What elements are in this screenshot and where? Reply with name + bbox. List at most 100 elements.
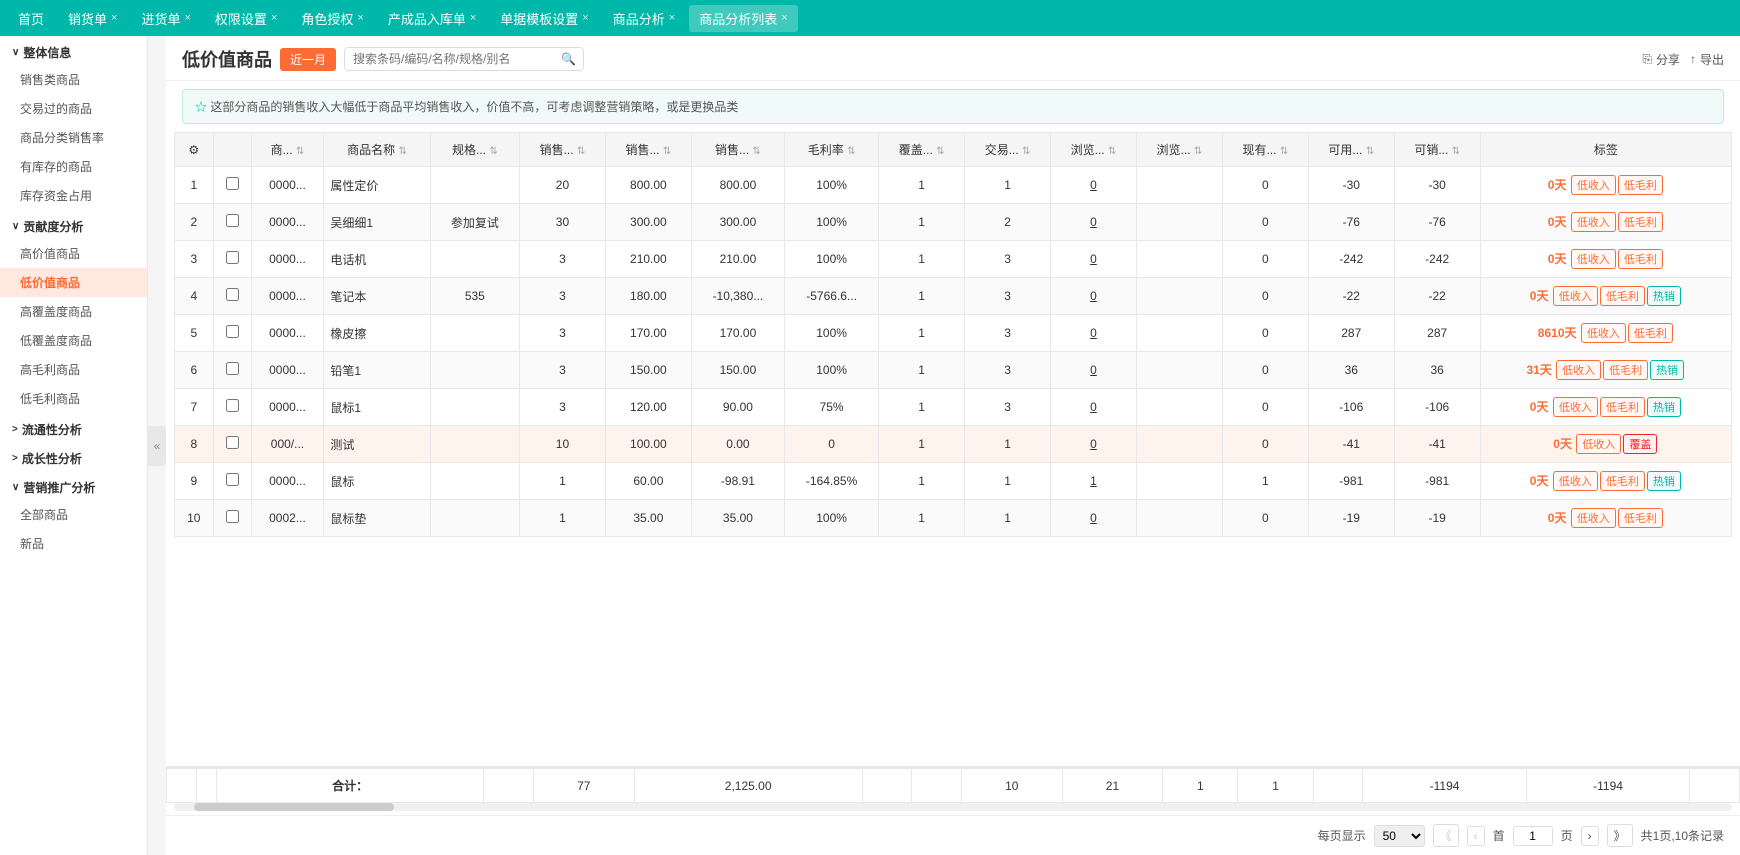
first-page-btn[interactable]: 《 (1433, 824, 1459, 847)
sidebar-item-全部商品[interactable]: 全部商品 (0, 500, 147, 529)
col-header-4[interactable]: 规格... ⇅ (430, 133, 519, 167)
col-header-12[interactable]: 浏览... ⇅ (1136, 133, 1222, 167)
share-btn[interactable]: ⎘ 分享 (1642, 51, 1680, 68)
row-checkbox[interactable] (226, 436, 239, 449)
nav-item-销货单[interactable]: 销货单× (58, 5, 127, 32)
table-row[interactable]: 90000...鼠标160.00-98.91-164.85%1111-981-9… (175, 463, 1732, 500)
table-row[interactable]: 10000...属性定价20800.00800.00100%1100-30-30… (175, 167, 1732, 204)
table-cell: 1 (965, 167, 1051, 204)
sidebar-group-整体信息[interactable]: ∨整体信息 (0, 36, 147, 65)
col-header-9[interactable]: 覆盖... ⇅ (879, 133, 965, 167)
table-row[interactable]: 50000...橡皮擦3170.00170.00100%130028728786… (175, 315, 1732, 352)
nav-item-进货单[interactable]: 进货单× (131, 5, 200, 32)
nav-item-商品分析列表[interactable]: 商品分析列表× (689, 5, 797, 32)
filter-period-btn[interactable]: 近一月 (280, 48, 336, 71)
browse1-link[interactable]: 0 (1090, 400, 1097, 414)
page-label: 页 (1561, 827, 1573, 844)
browse1-link[interactable]: 0 (1090, 363, 1097, 377)
row-checkbox[interactable] (226, 399, 239, 412)
nav-item-角色授权[interactable]: 角色授权× (291, 5, 373, 32)
row-checkbox[interactable] (226, 177, 239, 190)
col-header-2[interactable]: 商... ⇅ (251, 133, 324, 167)
table-row[interactable]: 70000...鼠标13120.0090.0075%1300-106-1060天… (175, 389, 1732, 426)
col-header-14[interactable]: 可用... ⇅ (1308, 133, 1394, 167)
browse1-link[interactable]: 0 (1090, 326, 1097, 340)
sidebar-item-高价值商品[interactable]: 高价值商品 (0, 239, 147, 268)
col-header-10[interactable]: 交易... ⇅ (965, 133, 1051, 167)
table-cell (430, 315, 519, 352)
browse1-link[interactable]: 0 (1090, 511, 1097, 525)
sidebar-item-高覆盖度商品[interactable]: 高覆盖度商品 (0, 297, 147, 326)
nav-close-icon[interactable]: × (357, 12, 363, 24)
col-header-6[interactable]: 销售... ⇅ (605, 133, 691, 167)
sidebar-collapse-btn[interactable]: « (148, 426, 166, 466)
nav-item-单据模板设置[interactable]: 单据模板设置× (490, 5, 598, 32)
nav-close-icon[interactable]: × (111, 12, 117, 24)
table-row[interactable]: 30000...电话机3210.00210.00100%1300-242-242… (175, 241, 1732, 278)
nav-close-icon[interactable]: × (669, 12, 675, 24)
sidebar-group-贡献度分析[interactable]: ∨贡献度分析 (0, 210, 147, 239)
col-header-11[interactable]: 浏览... ⇅ (1051, 133, 1137, 167)
col-header-8[interactable]: 毛利率 ⇅ (785, 133, 879, 167)
row-checkbox[interactable] (226, 214, 239, 227)
row-checkbox[interactable] (226, 473, 239, 486)
col-header-3[interactable]: 商品名称 ⇅ (324, 133, 430, 167)
col-header-13[interactable]: 现有... ⇅ (1222, 133, 1308, 167)
browse1-link[interactable]: 1 (1090, 474, 1097, 488)
sidebar-item-低覆盖度商品[interactable]: 低覆盖度商品 (0, 326, 147, 355)
table-row[interactable]: 100002...鼠标垫135.0035.00100%1100-19-190天 … (175, 500, 1732, 537)
row-checkbox[interactable] (226, 251, 239, 264)
col-header-7[interactable]: 销售... ⇅ (691, 133, 784, 167)
row-checkbox[interactable] (226, 510, 239, 523)
export-btn[interactable]: ↑ 导出 (1690, 51, 1724, 68)
browse1-link[interactable]: 0 (1090, 437, 1097, 451)
search-input[interactable] (344, 47, 584, 71)
nav-item-首页[interactable]: 首页 (8, 5, 54, 32)
horizontal-scrollbar[interactable] (174, 803, 1732, 811)
nav-close-icon[interactable]: × (470, 12, 476, 24)
current-page-input[interactable] (1513, 826, 1553, 846)
next-page-btn[interactable]: › (1581, 826, 1599, 846)
sidebar-item-低毛利商品[interactable]: 低毛利商品 (0, 384, 147, 413)
sidebar-item-低价值商品[interactable]: 低价值商品 (0, 268, 147, 297)
sidebar-item-交易过的商品[interactable]: 交易过的商品 (0, 94, 147, 123)
page-size-select[interactable]: 50 100 200 (1374, 825, 1425, 847)
nav-item-商品分析[interactable]: 商品分析× (603, 5, 685, 32)
table-row[interactable]: 20000...吴细细1参加复试30300.00300.00100%1200-7… (175, 204, 1732, 241)
table-cell: 1 (965, 426, 1051, 463)
row-checkbox[interactable] (226, 362, 239, 375)
table-row[interactable]: 40000...笔记本5353180.00-10,380...-5766.6..… (175, 278, 1732, 315)
sidebar-group-营销推广分析[interactable]: ∨营销推广分析 (0, 471, 147, 500)
nav-close-icon[interactable]: × (781, 12, 787, 24)
sidebar-item-有库存的商品[interactable]: 有库存的商品 (0, 152, 147, 181)
browse1-link[interactable]: 0 (1090, 178, 1097, 192)
sidebar-item-新品[interactable]: 新品 (0, 529, 147, 558)
col-header-5[interactable]: 销售... ⇅ (519, 133, 605, 167)
sidebar-group-流通性分析[interactable]: >流通性分析 (0, 413, 147, 442)
browse1-link[interactable]: 0 (1090, 252, 1097, 266)
nav-close-icon[interactable]: × (582, 12, 588, 24)
table-cell: 1 (519, 500, 605, 537)
nav-item-权限设置[interactable]: 权限设置× (205, 5, 287, 32)
table-row[interactable]: 60000...铅笔13150.00150.00100%1300363631天 … (175, 352, 1732, 389)
table-row[interactable]: 8000/...测试10100.000.0001100-41-410天 低收入覆… (175, 426, 1732, 463)
sidebar-item-高毛利商品[interactable]: 高毛利商品 (0, 355, 147, 384)
table-container[interactable]: ⚙商... ⇅商品名称 ⇅规格... ⇅销售... ⇅销售... ⇅销售... … (166, 132, 1740, 766)
nav-close-icon[interactable]: × (271, 12, 277, 24)
row-checkbox[interactable] (226, 325, 239, 338)
prev-page-btn[interactable]: ‹ (1467, 826, 1485, 846)
sidebar-item-销售类商品[interactable]: 销售类商品 (0, 65, 147, 94)
row-checkbox[interactable] (226, 288, 239, 301)
browse1-link[interactable]: 0 (1090, 289, 1097, 303)
nav-close-icon[interactable]: × (184, 12, 190, 24)
table-cell: 9 (175, 463, 214, 500)
table-cell: 3 (965, 278, 1051, 315)
last-page-btn[interactable]: 》 (1607, 824, 1633, 847)
col-header-15[interactable]: 可销... ⇅ (1394, 133, 1480, 167)
sidebar-group-成长性分析[interactable]: >成长性分析 (0, 442, 147, 471)
search-icon[interactable]: 🔍 (561, 52, 576, 66)
sidebar-item-库存资金占用[interactable]: 库存资金占用 (0, 181, 147, 210)
browse1-link[interactable]: 0 (1090, 215, 1097, 229)
nav-item-产成品入库单[interactable]: 产成品入库单× (378, 5, 486, 32)
sidebar-item-商品分类销售率[interactable]: 商品分类销售率 (0, 123, 147, 152)
